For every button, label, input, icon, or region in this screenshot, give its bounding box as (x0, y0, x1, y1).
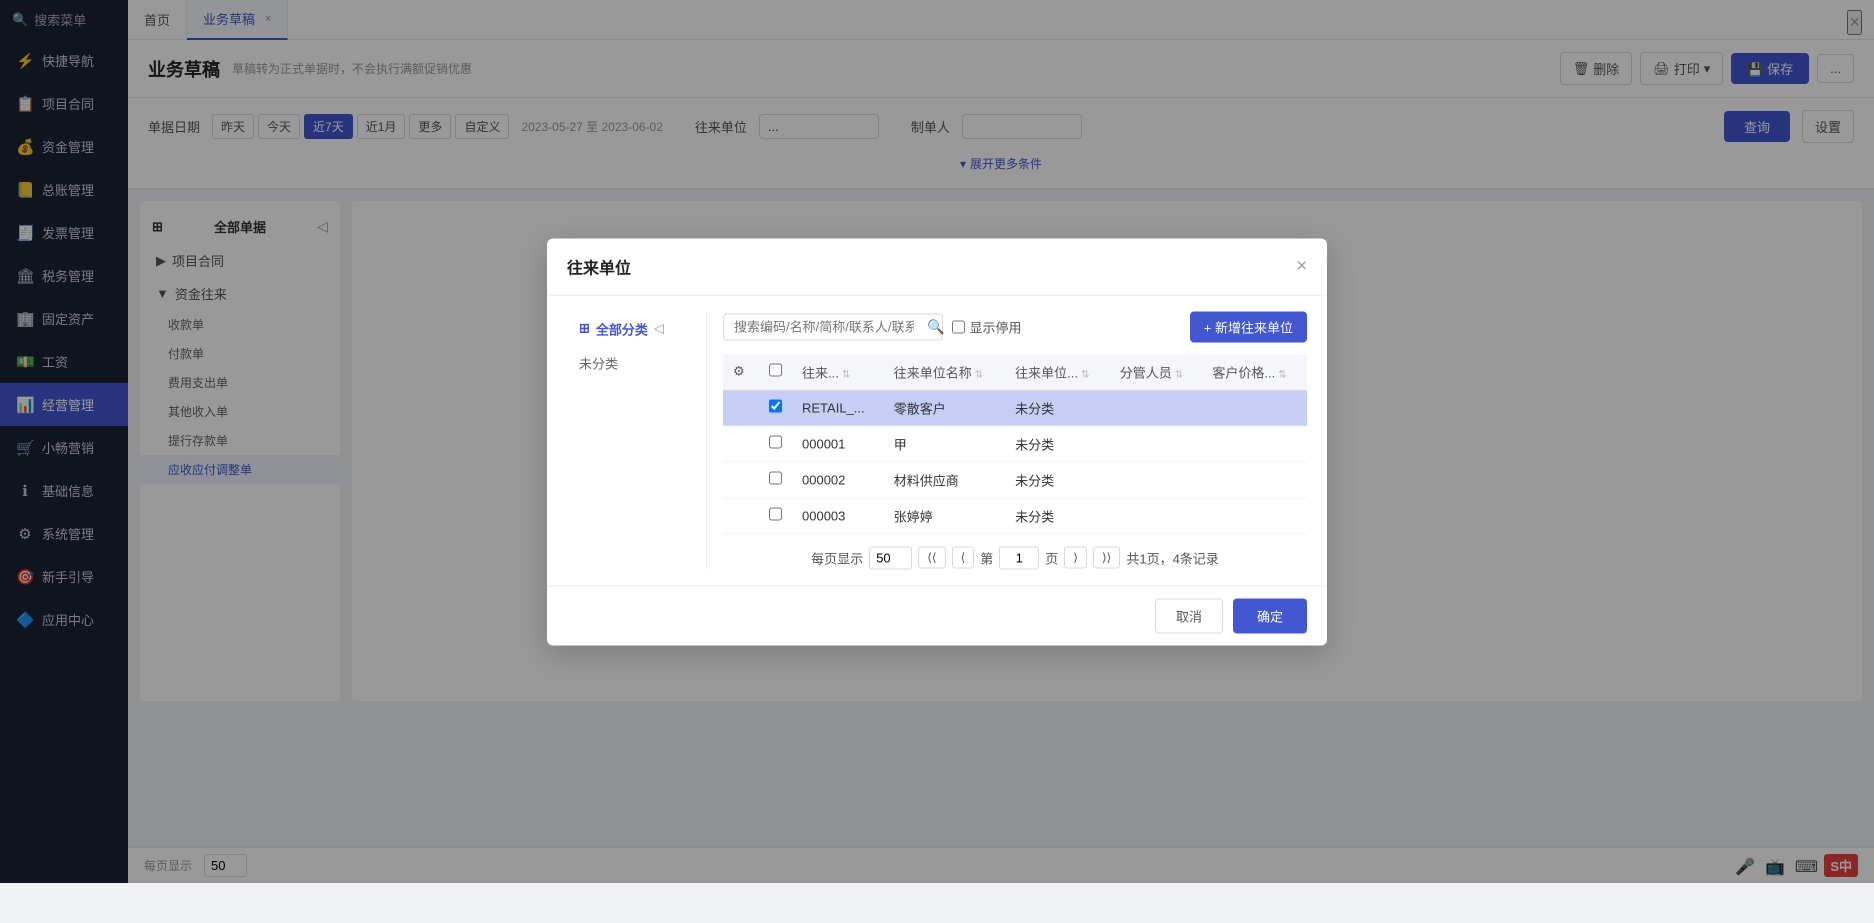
first-page-button[interactable]: ⟨⟨ (918, 547, 945, 569)
row-name: 零散客户 (884, 390, 1005, 426)
row-manager (1110, 390, 1203, 426)
modal-search-wrap: 🔍 显示停用 (723, 313, 1021, 340)
next-page-button[interactable]: ⟩ (1064, 547, 1087, 569)
modal-search-input[interactable] (723, 313, 943, 340)
row-checkbox[interactable] (769, 472, 782, 485)
col-code-header: 往来...⇅ (792, 354, 884, 390)
prev-page-button[interactable]: ⟨ (952, 547, 975, 569)
confirm-button[interactable]: 确定 (1233, 598, 1307, 633)
modal-sidebar-title: 全部分类 (596, 319, 648, 338)
table-row[interactable]: 000002 材料供应商 未分类 (723, 462, 1307, 498)
modal-body: ⊞ 全部分类 ◁ 未分类 🔍 显示停用 + 新增往来单位 (547, 295, 1327, 585)
table-row[interactable]: 000003 张婷婷 未分类 (723, 498, 1307, 534)
modal-category-label: 未分类 (579, 356, 618, 371)
row-checkbox[interactable] (769, 508, 782, 521)
modal-table-head: ⚙ 往来...⇅ 往来单位名称⇅ 往来单位...⇅ 分管人员⇅ 客户价格...⇅ (723, 354, 1307, 390)
modal-category-sidebar: ⊞ 全部分类 ◁ 未分类 (567, 311, 707, 569)
row-price (1202, 390, 1307, 426)
modal-close-button[interactable]: × (1296, 256, 1307, 277)
row-checkbox[interactable] (769, 436, 782, 449)
row-num (759, 426, 792, 462)
modal-footer: 取消 确定 (547, 585, 1327, 645)
row-category: 未分类 (1005, 462, 1110, 498)
grid-icon: ⊞ (579, 321, 590, 337)
total-records-label: 共1页，4条记录 (1126, 548, 1218, 567)
col-price-header: 客户价格...⇅ (1202, 354, 1307, 390)
modal-table: ⚙ 往来...⇅ 往来单位名称⇅ 往来单位...⇅ 分管人员⇅ 客户价格...⇅ (723, 354, 1307, 534)
col-manager-header: 分管人员⇅ (1110, 354, 1203, 390)
table-row[interactable]: RETAIL_... 零散客户 未分类 (723, 390, 1307, 426)
modal-pagination: 每页显示 50 ⟨⟨ ⟨ 第 页 ⟩ ⟩⟩ 共1页，4条记录 (723, 546, 1307, 569)
partner-modal: 往来单位 × ⊞ 全部分类 ◁ 未分类 🔍 显示停用 (547, 238, 1327, 645)
col-ops-header: ⚙ (723, 354, 759, 390)
row-code: 000002 (792, 462, 884, 498)
row-category: 未分类 (1005, 498, 1110, 534)
modal-category-unclassified[interactable]: 未分类 (567, 346, 706, 379)
col-name-header: 往来单位名称⇅ (884, 354, 1005, 390)
row-ops (723, 390, 759, 426)
row-category: 未分类 (1005, 426, 1110, 462)
per-page-label: 每页显示 (811, 548, 863, 567)
page-number-input[interactable] (999, 546, 1039, 569)
last-page-button[interactable]: ⟩⟩ (1093, 547, 1120, 569)
modal-header: 往来单位 × (547, 238, 1327, 295)
select-all-checkbox[interactable] (769, 364, 782, 377)
modal-toolbar: 🔍 显示停用 + 新增往来单位 (723, 311, 1307, 342)
row-ops (723, 426, 759, 462)
row-ops (723, 498, 759, 534)
add-partner-button[interactable]: + 新增往来单位 (1190, 311, 1307, 342)
row-num (759, 498, 792, 534)
modal-title: 往来单位 (567, 254, 631, 278)
page-of-label: 第 (980, 548, 993, 567)
row-name: 甲 (884, 426, 1005, 462)
modal-sidebar-header: ⊞ 全部分类 ◁ (567, 311, 706, 346)
modal-sidebar-collapse[interactable]: ◁ (654, 321, 664, 337)
row-code: RETAIL_... (792, 390, 884, 426)
show-disabled-checkbox[interactable] (952, 320, 965, 333)
show-disabled-label: 显示停用 (952, 317, 1021, 336)
row-name: 张婷婷 (884, 498, 1005, 534)
row-manager (1110, 462, 1203, 498)
row-category: 未分类 (1005, 390, 1110, 426)
row-code: 000001 (792, 426, 884, 462)
row-num (759, 462, 792, 498)
row-code: 000003 (792, 498, 884, 534)
page-unit-label: 页 (1045, 548, 1058, 567)
row-price (1202, 462, 1307, 498)
modal-table-body: RETAIL_... 零散客户 未分类 000001 (723, 390, 1307, 534)
row-price (1202, 426, 1307, 462)
modal-search-icon: 🔍 (927, 318, 944, 335)
row-manager (1110, 498, 1203, 534)
per-page-select[interactable]: 50 (869, 546, 912, 569)
modal-table-wrap: ⚙ 往来...⇅ 往来单位名称⇅ 往来单位...⇅ 分管人员⇅ 客户价格...⇅ (723, 354, 1307, 534)
table-row[interactable]: 000001 甲 未分类 (723, 426, 1307, 462)
col-check-header (759, 354, 792, 390)
modal-content: 🔍 显示停用 + 新增往来单位 ⚙ 往来...⇅ 往来单位名 (707, 311, 1307, 569)
row-name: 材料供应商 (884, 462, 1005, 498)
col-category-header: 往来单位...⇅ (1005, 354, 1110, 390)
cancel-button[interactable]: 取消 (1155, 598, 1223, 633)
row-checkbox[interactable] (769, 400, 782, 413)
row-manager (1110, 426, 1203, 462)
row-price (1202, 498, 1307, 534)
row-num (759, 390, 792, 426)
row-ops (723, 462, 759, 498)
